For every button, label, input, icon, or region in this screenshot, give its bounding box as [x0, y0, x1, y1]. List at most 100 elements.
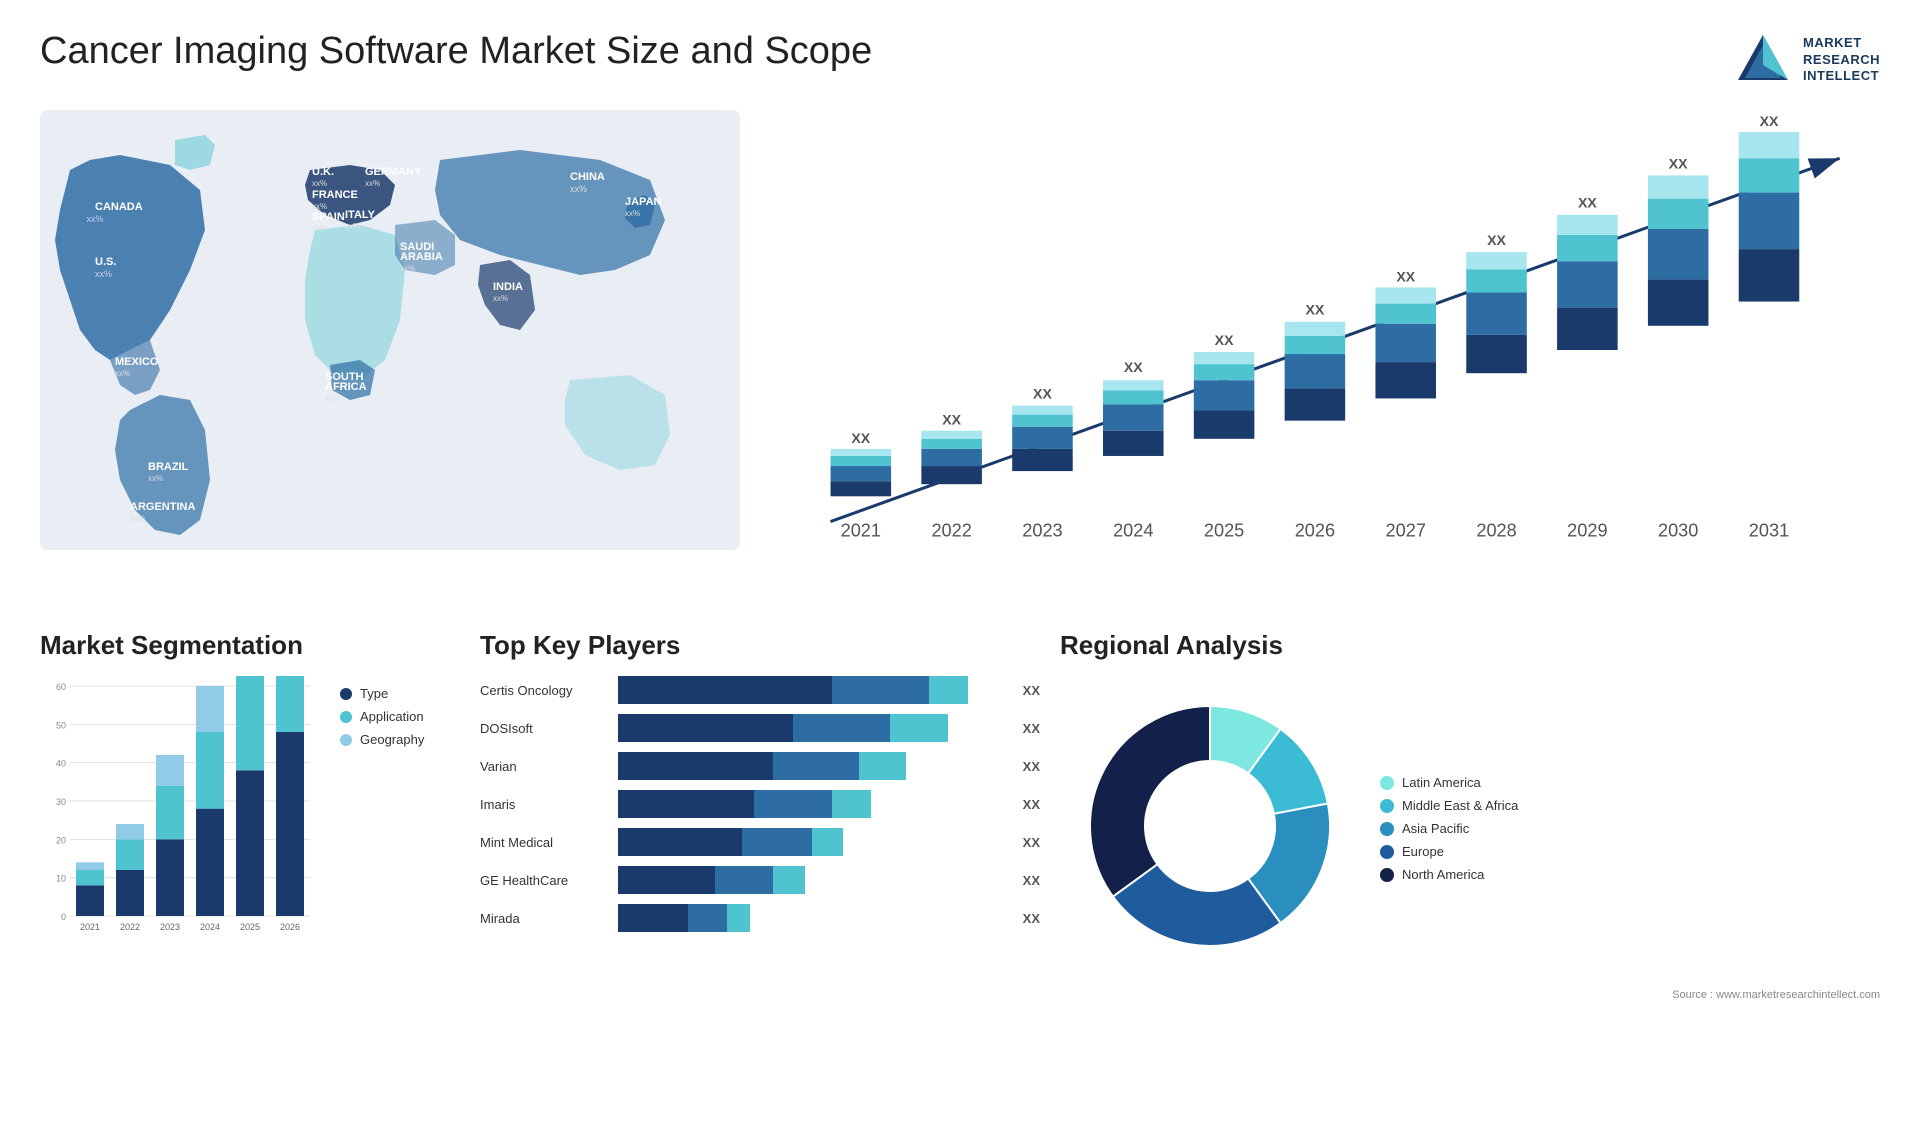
- seg-bar: [236, 770, 264, 916]
- player-row: Mint MedicalXX: [480, 828, 1040, 856]
- segmentation-section: Market Segmentation 01020304050602021202…: [40, 630, 460, 1050]
- legend-color-dot: [1380, 868, 1394, 882]
- bar-seg2: [832, 676, 929, 704]
- svg-text:2025: 2025: [1204, 521, 1244, 541]
- svg-text:xx%: xx%: [312, 179, 327, 188]
- svg-text:2021: 2021: [80, 922, 100, 932]
- seg-bar: [116, 839, 144, 870]
- legend-label: Middle East & Africa: [1402, 798, 1518, 813]
- seg-bar: [196, 809, 224, 916]
- svg-text:XX: XX: [1669, 155, 1688, 171]
- player-xx-label: XX: [1023, 683, 1040, 698]
- bar-seg2: [754, 790, 832, 818]
- donut-chart-container: Latin America Middle East & Africa Asia Pa…: [1060, 676, 1880, 981]
- application-dot: [340, 711, 352, 723]
- legend-item: Latin America: [1380, 775, 1518, 790]
- bar-seg2: [688, 904, 727, 932]
- player-name: DOSIsoft: [480, 721, 610, 736]
- svg-text:xx%: xx%: [312, 202, 327, 211]
- svg-text:2024: 2024: [200, 922, 220, 932]
- svg-text:FRANCE: FRANCE: [312, 189, 358, 201]
- segmentation-legend: Type Application Geography: [340, 686, 424, 747]
- svg-text:xx%: xx%: [345, 222, 360, 231]
- type-dot: [340, 688, 352, 700]
- svg-text:2028: 2028: [1476, 521, 1516, 541]
- svg-text:2027: 2027: [1386, 521, 1426, 541]
- svg-text:XX: XX: [1124, 359, 1143, 375]
- application-label: Application: [360, 709, 424, 724]
- svg-text:xx%: xx%: [365, 179, 380, 188]
- source-text: Source : www.marketresearchintellect.com: [1060, 989, 1880, 1001]
- legend-item: Asia Pacific: [1380, 821, 1518, 836]
- legend-label: Asia Pacific: [1402, 821, 1469, 836]
- seg-bar: [276, 676, 304, 732]
- page-header: Cancer Imaging Software Market Size and …: [40, 30, 1880, 90]
- bar-seg1: [618, 752, 773, 780]
- svg-text:XX: XX: [1578, 195, 1597, 211]
- svg-text:2023: 2023: [1022, 521, 1062, 541]
- logo: MARKET RESEARCH INTELLECT: [1733, 30, 1880, 90]
- bar-seg1: [618, 866, 715, 894]
- svg-text:ARABIA: ARABIA: [400, 251, 443, 263]
- segmentation-title: Market Segmentation: [40, 630, 460, 661]
- svg-text:GERMANY: GERMANY: [365, 166, 422, 178]
- svg-text:2030: 2030: [1658, 521, 1698, 541]
- seg-bar: [236, 676, 264, 770]
- seg-bar: [156, 755, 184, 786]
- svg-text:MEXICO: MEXICO: [115, 356, 159, 368]
- geography-dot: [340, 734, 352, 746]
- bar-seg3: [812, 828, 843, 856]
- page-title: Cancer Imaging Software Market Size and …: [40, 30, 872, 73]
- seg-bar: [156, 786, 184, 840]
- player-row: VarianXX: [480, 752, 1040, 780]
- svg-text:XX: XX: [1487, 232, 1506, 248]
- player-bar: [618, 752, 1007, 780]
- player-row: MiradaXX: [480, 904, 1040, 932]
- svg-text:XX: XX: [1760, 113, 1779, 129]
- player-bar: [618, 676, 1007, 704]
- player-row: DOSIsoft XX: [480, 714, 1040, 742]
- legend-label: Latin America: [1402, 775, 1481, 790]
- svg-text:U.S.: U.S.: [95, 256, 116, 268]
- svg-text:xx%: xx%: [570, 184, 587, 194]
- bar-seg1: [618, 714, 793, 742]
- svg-text:xx%: xx%: [493, 294, 508, 303]
- svg-text:XX: XX: [1033, 385, 1052, 401]
- player-name: Mint Medical: [480, 835, 610, 850]
- svg-text:2024: 2024: [1113, 521, 1153, 541]
- svg-text:XX: XX: [1396, 268, 1415, 284]
- player-xx-label: XX: [1023, 797, 1040, 812]
- svg-text:U.K.: U.K.: [312, 166, 334, 178]
- bar-seg3: [832, 790, 871, 818]
- svg-text:2026: 2026: [280, 922, 300, 932]
- svg-text:60: 60: [56, 682, 66, 692]
- bar-seg1: [618, 790, 754, 818]
- svg-text:20: 20: [56, 835, 66, 845]
- legend-color-dot: [1380, 822, 1394, 836]
- svg-text:INDIA: INDIA: [493, 281, 523, 293]
- svg-text:CANADA: CANADA: [95, 201, 143, 213]
- player-name: Imaris: [480, 797, 610, 812]
- svg-text:xx%: xx%: [325, 394, 340, 403]
- svg-text:AFRICA: AFRICA: [325, 381, 367, 393]
- svg-text:XX: XX: [1305, 302, 1324, 318]
- player-row: Imaris XX: [480, 790, 1040, 818]
- svg-text:2025: 2025: [240, 922, 260, 932]
- bar-seg3: [929, 676, 968, 704]
- seg-bar: [116, 824, 144, 839]
- bar-seg2: [793, 714, 890, 742]
- key-players-section: Top Key Players Certis OncologyXXDOSIsof…: [480, 630, 1040, 1050]
- regional-legend: Latin America Middle East & Africa Asia Pa…: [1380, 775, 1518, 882]
- legend-item: North America: [1380, 867, 1518, 882]
- player-name: Certis Oncology: [480, 683, 610, 698]
- bar-seg2: [742, 828, 812, 856]
- player-bar: [618, 904, 1007, 932]
- regional-section: Regional Analysis Latin AmericaMiddle Ea…: [1060, 630, 1880, 1050]
- seg-bar: [276, 732, 304, 916]
- donut-chart: [1060, 676, 1360, 981]
- svg-text:SPAIN: SPAIN: [312, 211, 345, 223]
- legend-geography: Geography: [340, 732, 424, 747]
- growth-chart: 2021 XX 2022 XX 2023 XX 2024 XX: [770, 110, 1880, 590]
- svg-text:2029: 2029: [1567, 521, 1607, 541]
- player-xx-label: XX: [1023, 721, 1040, 736]
